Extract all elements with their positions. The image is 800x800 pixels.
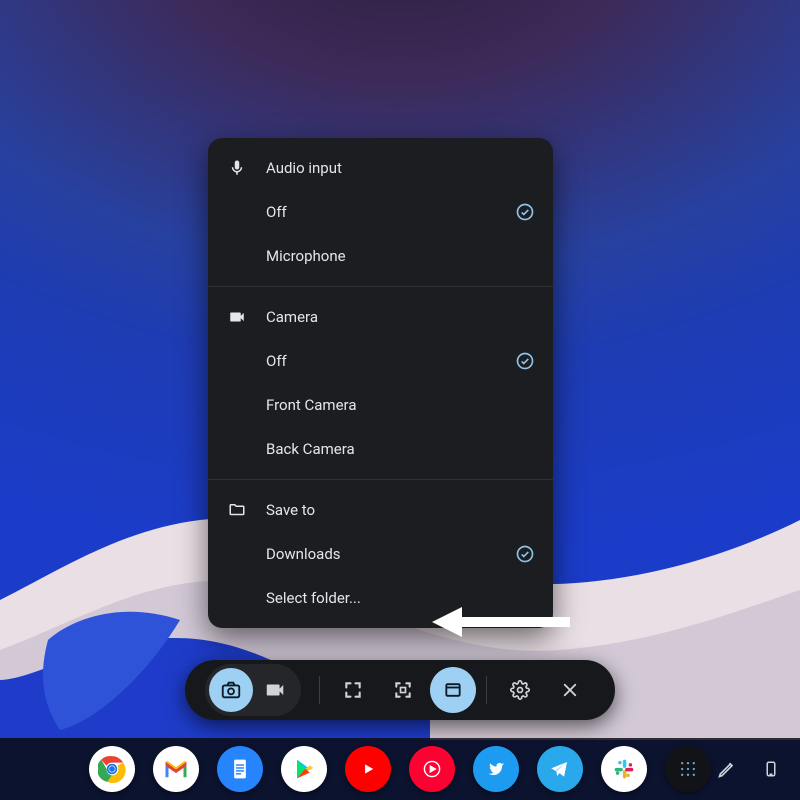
audio-option-off-label: Off bbox=[266, 203, 497, 221]
app-youtube[interactable] bbox=[345, 746, 391, 792]
camera-header: Camera bbox=[208, 295, 553, 339]
toolbar-separator bbox=[486, 676, 487, 704]
save-to-header-label: Save to bbox=[266, 501, 535, 519]
screenshot-mode-button[interactable] bbox=[209, 668, 253, 712]
system-tray bbox=[716, 738, 782, 800]
screen-record-mode-button[interactable] bbox=[253, 668, 297, 712]
capture-fullscreen-button[interactable] bbox=[330, 667, 376, 713]
capture-mode-toggle bbox=[205, 664, 301, 716]
camera-section: Camera Off Front Camera Back Camera bbox=[208, 286, 553, 479]
camera-option-off-label: Off bbox=[266, 352, 497, 370]
camera-option-back[interactable]: Back Camera bbox=[208, 427, 553, 471]
app-slack[interactable] bbox=[601, 746, 647, 792]
app-unknown-utility[interactable] bbox=[665, 746, 711, 792]
audio-input-header: Audio input bbox=[208, 146, 553, 190]
folder-icon bbox=[226, 501, 248, 519]
save-option-downloads[interactable]: Downloads bbox=[208, 532, 553, 576]
phone-hub-tray-icon[interactable] bbox=[760, 758, 782, 780]
camera-option-off[interactable]: Off bbox=[208, 339, 553, 383]
capture-settings-panel: Audio input Off Microphone Camera Off Fr… bbox=[208, 138, 553, 628]
app-youtube-music[interactable] bbox=[409, 746, 455, 792]
capture-region-button[interactable] bbox=[380, 667, 426, 713]
audio-input-header-label: Audio input bbox=[266, 159, 535, 177]
capture-settings-button[interactable] bbox=[497, 667, 543, 713]
app-telegram[interactable] bbox=[537, 746, 583, 792]
microphone-icon bbox=[226, 159, 248, 177]
shelf bbox=[0, 738, 800, 800]
camera-option-front[interactable]: Front Camera bbox=[208, 383, 553, 427]
audio-option-off[interactable]: Off bbox=[208, 190, 553, 234]
audio-option-microphone[interactable]: Microphone bbox=[208, 234, 553, 278]
audio-input-section: Audio input Off Microphone bbox=[208, 138, 553, 286]
check-circle-icon bbox=[515, 544, 535, 564]
toolbar-separator bbox=[319, 676, 320, 704]
camera-option-front-label: Front Camera bbox=[266, 396, 535, 414]
save-option-downloads-label: Downloads bbox=[266, 545, 497, 563]
check-circle-icon bbox=[515, 202, 535, 222]
capture-window-button[interactable] bbox=[430, 667, 476, 713]
close-toolbar-button[interactable] bbox=[547, 667, 593, 713]
app-chrome[interactable] bbox=[89, 746, 135, 792]
check-circle-icon bbox=[515, 351, 535, 371]
camera-header-label: Camera bbox=[266, 308, 535, 326]
audio-option-microphone-label: Microphone bbox=[266, 247, 535, 265]
app-twitter[interactable] bbox=[473, 746, 519, 792]
camera-option-back-label: Back Camera bbox=[266, 440, 535, 458]
app-gmail[interactable] bbox=[153, 746, 199, 792]
app-docs[interactable] bbox=[217, 746, 263, 792]
app-play-store[interactable] bbox=[281, 746, 327, 792]
save-to-header: Save to bbox=[208, 488, 553, 532]
videocam-icon bbox=[226, 308, 248, 326]
stylus-tray-icon[interactable] bbox=[716, 758, 738, 780]
screen-capture-toolbar bbox=[185, 660, 615, 720]
annotation-arrow bbox=[432, 605, 572, 639]
